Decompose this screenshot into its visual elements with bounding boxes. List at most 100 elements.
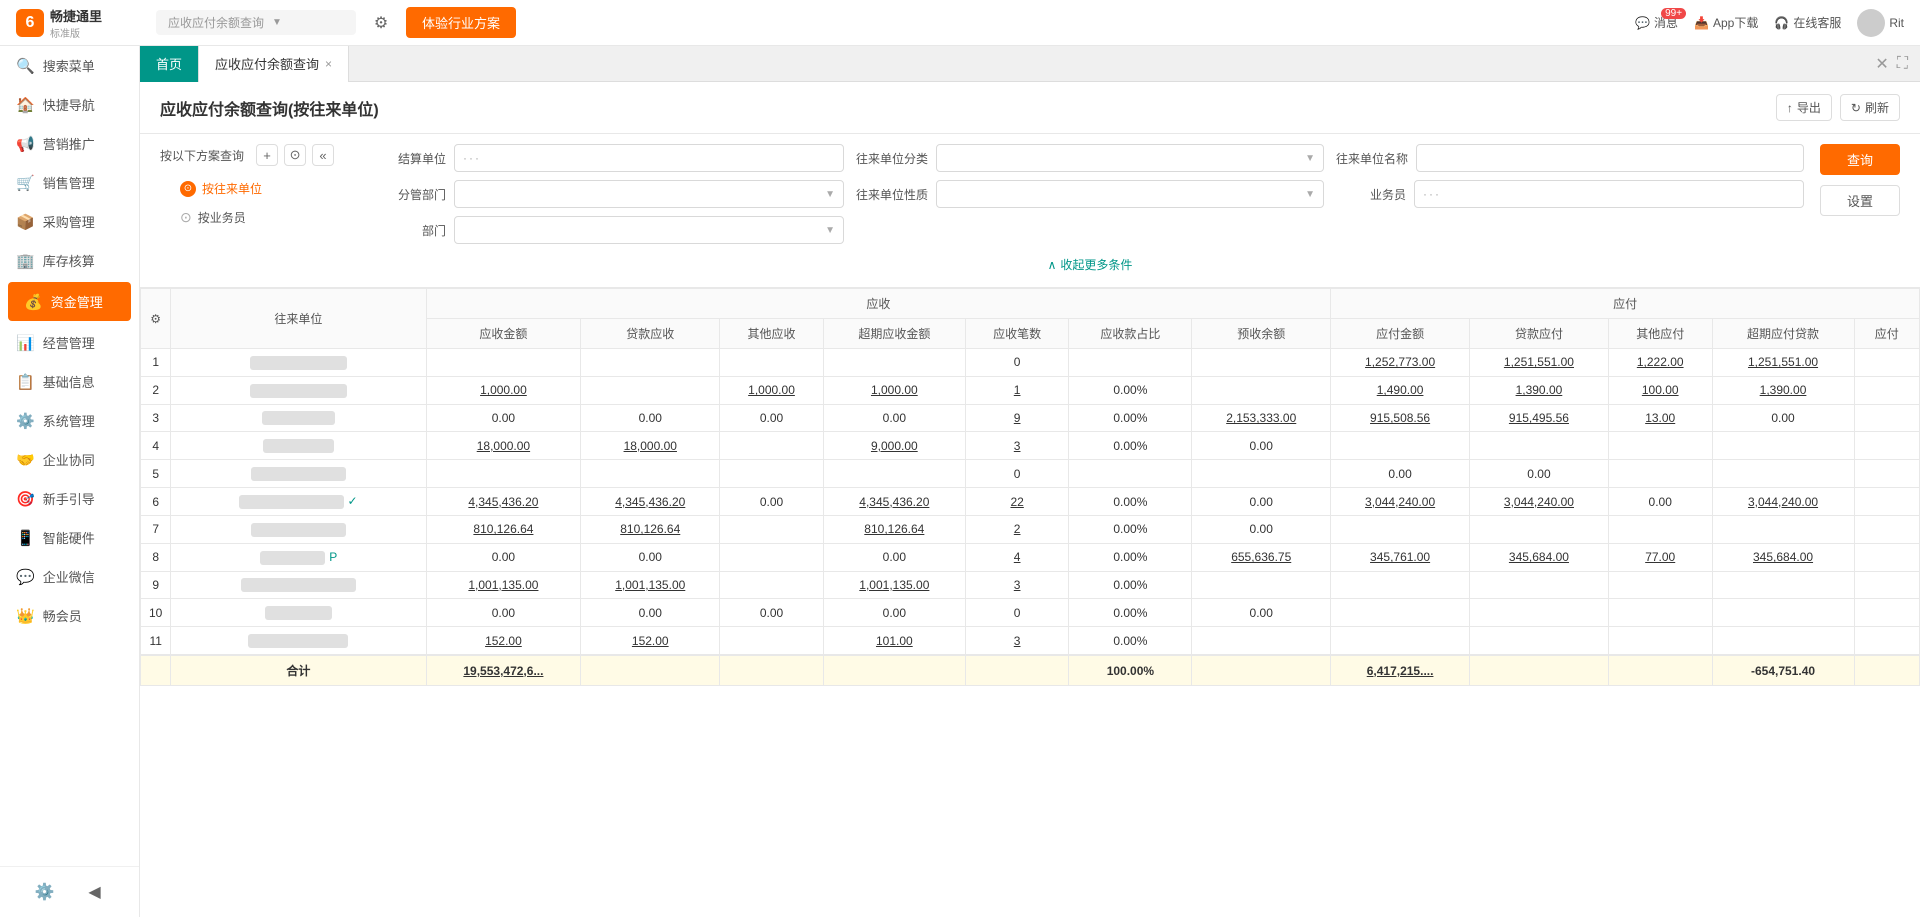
sidebar-item-wechat[interactable]: 💬 企业微信 [0,557,139,596]
receivable-cell[interactable]: 3 [965,432,1069,460]
payable-cell[interactable]: 1,251,551.00 [1712,349,1854,377]
payable-cell[interactable]: 0.00 [1331,460,1470,488]
receivable-cell[interactable]: 1 [965,376,1069,404]
sidebar-settings-button[interactable]: ⚙️ [30,877,60,907]
payable-cell[interactable]: 1,222.00 [1608,349,1712,377]
receivable-cell[interactable]: 101.00 [823,627,965,655]
messages-item[interactable]: 💬 消息 99+ [1635,14,1678,31]
sidebar-item-guide[interactable]: 🎯 新手引导 [0,479,139,518]
plan-button[interactable]: 体验行业方案 [406,7,516,38]
payable-cell[interactable]: 77.00 [1608,543,1712,571]
receivable-cell[interactable]: 0.00 [581,599,720,627]
receivable-cell[interactable]: 0 [965,460,1069,488]
receivable-cell[interactable]: 152.00 [426,627,581,655]
sidebar-item-marketing[interactable]: 📢 营销推广 [0,124,139,163]
dept-input[interactable]: ▼ [454,180,844,208]
subdept-input[interactable]: ▼ [454,216,844,244]
sidebar-item-company[interactable]: 🤝 企业协同 [0,440,139,479]
filter-option-salesperson[interactable]: ⊙ 按业务员 [172,203,348,232]
payable-cell[interactable]: 1,390.00 [1712,376,1854,404]
settlement-input[interactable]: ··· [454,144,844,172]
receivable-cell[interactable]: 4,345,436.20 [426,488,581,516]
receivable-cell[interactable]: 152.00 [581,627,720,655]
sidebar-collapse-button[interactable]: ◀ [80,877,110,907]
payable-cell[interactable]: 915,495.56 [1470,404,1609,432]
tab-close-button[interactable]: × [325,57,332,71]
sidebar-item-search[interactable]: 🔍 搜索菜单 [0,46,139,85]
sidebar-item-finance[interactable]: 💰 资金管理 [8,282,131,321]
receivable-cell[interactable]: 4,345,436.20 [823,488,965,516]
receivable-cell[interactable]: 0.00% [1069,432,1192,460]
receivable-cell[interactable]: 2 [965,515,1069,543]
filter-settings-button[interactable]: ⊙ [284,144,306,166]
receivable-cell[interactable]: 4,345,436.20 [581,488,720,516]
refresh-button[interactable]: ↻ 刷新 [1840,94,1900,121]
user-item[interactable]: Rit [1857,9,1904,37]
receivable-cell[interactable]: 0.00% [1069,571,1192,599]
export-button[interactable]: ↑ 导出 [1776,94,1832,121]
payable-cell[interactable]: 3,044,240.00 [1470,488,1609,516]
receivable-cell[interactable]: 9 [965,404,1069,432]
receivable-cell[interactable]: 0.00 [720,404,824,432]
receivable-cell[interactable]: 810,126.64 [426,515,581,543]
receivable-cell[interactable]: 18,000.00 [581,432,720,460]
sidebar-item-sales[interactable]: 🛒 销售管理 [0,163,139,202]
receivable-cell[interactable]: 0.00 [1192,432,1331,460]
filter-option-counterpart[interactable]: ⊙ 按往来单位 [172,174,348,203]
receivable-cell[interactable]: 0.00 [426,404,581,432]
receivable-cell[interactable]: 0 [965,349,1069,377]
receivable-cell[interactable]: 1,001,135.00 [823,571,965,599]
tab-home[interactable]: 首页 [140,46,199,82]
receivable-cell[interactable]: 0.00 [720,488,824,516]
sidebar-item-operation[interactable]: 📊 经营管理 [0,323,139,362]
payable-cell[interactable]: 1,251,551.00 [1470,349,1609,377]
payable-cell[interactable]: 100.00 [1608,376,1712,404]
receivable-cell[interactable]: 1,001,135.00 [581,571,720,599]
receivable-cell[interactable]: 1,000.00 [720,376,824,404]
receivable-cell[interactable]: 0.00 [1192,515,1331,543]
receivable-cell[interactable]: 0.00% [1069,627,1192,655]
payable-cell[interactable]: 0.00 [1470,460,1609,488]
receivable-cell[interactable]: 0.00% [1069,488,1192,516]
payable-cell[interactable]: 1,490.00 [1331,376,1470,404]
filter-collapse-left-button[interactable]: « [312,144,334,166]
receivable-cell[interactable]: 3 [965,627,1069,655]
receivable-cell[interactable]: 1,000.00 [823,376,965,404]
receivable-cell[interactable]: 0.00% [1069,376,1192,404]
sidebar-item-quick[interactable]: 🏠 快捷导航 [0,85,139,124]
payable-cell[interactable]: 3,044,240.00 [1331,488,1470,516]
payable-cell[interactable]: 13.00 [1608,404,1712,432]
footer-receivable-total[interactable]: 19,553,472,6... [426,655,581,686]
sidebar-item-purchase[interactable]: 📦 采购管理 [0,202,139,241]
payable-cell[interactable]: 1,252,773.00 [1331,349,1470,377]
receivable-cell[interactable]: 3 [965,571,1069,599]
payable-cell[interactable]: 1,390.00 [1470,376,1609,404]
download-item[interactable]: 📥 App下载 [1694,14,1758,31]
breadcrumb[interactable]: 应收应付余额查询 ▼ [156,10,356,35]
sidebar-item-inventory[interactable]: 🏢 库存核算 [0,241,139,280]
sidebar-item-hardware[interactable]: 📱 智能硬件 [0,518,139,557]
receivable-cell[interactable]: 0.00 [823,404,965,432]
receivable-cell[interactable]: 18,000.00 [426,432,581,460]
category-input[interactable]: ▼ [936,144,1324,172]
receivable-cell[interactable]: 0.00 [426,599,581,627]
name-input[interactable] [1416,144,1804,172]
settings-query-button[interactable]: 设置 [1820,185,1900,216]
receivable-cell[interactable]: 0 [965,599,1069,627]
receivable-cell[interactable]: 810,126.64 [581,515,720,543]
receivable-cell[interactable]: 0.00 [823,543,965,571]
receivable-cell[interactable]: 0.00 [823,599,965,627]
receivable-cell[interactable]: 0.00 [426,543,581,571]
receivable-cell[interactable]: 0.00% [1069,515,1192,543]
tabs-close-button[interactable]: ✕ [1875,54,1888,74]
tab-current[interactable]: 应收应付余额查询 × [199,46,349,82]
receivable-cell[interactable]: 1,000.00 [426,376,581,404]
receivable-cell[interactable]: 0.00% [1069,404,1192,432]
collapse-button[interactable]: ∧ 收起更多条件 [376,252,1804,277]
receivable-cell[interactable]: 0.00 [581,543,720,571]
top-settings-button[interactable]: ⚙ [366,8,396,38]
sidebar-item-member[interactable]: 👑 畅会员 [0,596,139,635]
receivable-cell[interactable]: 810,126.64 [823,515,965,543]
salesperson-input[interactable]: ··· [1414,180,1804,208]
receivable-cell[interactable]: 0.00 [720,599,824,627]
